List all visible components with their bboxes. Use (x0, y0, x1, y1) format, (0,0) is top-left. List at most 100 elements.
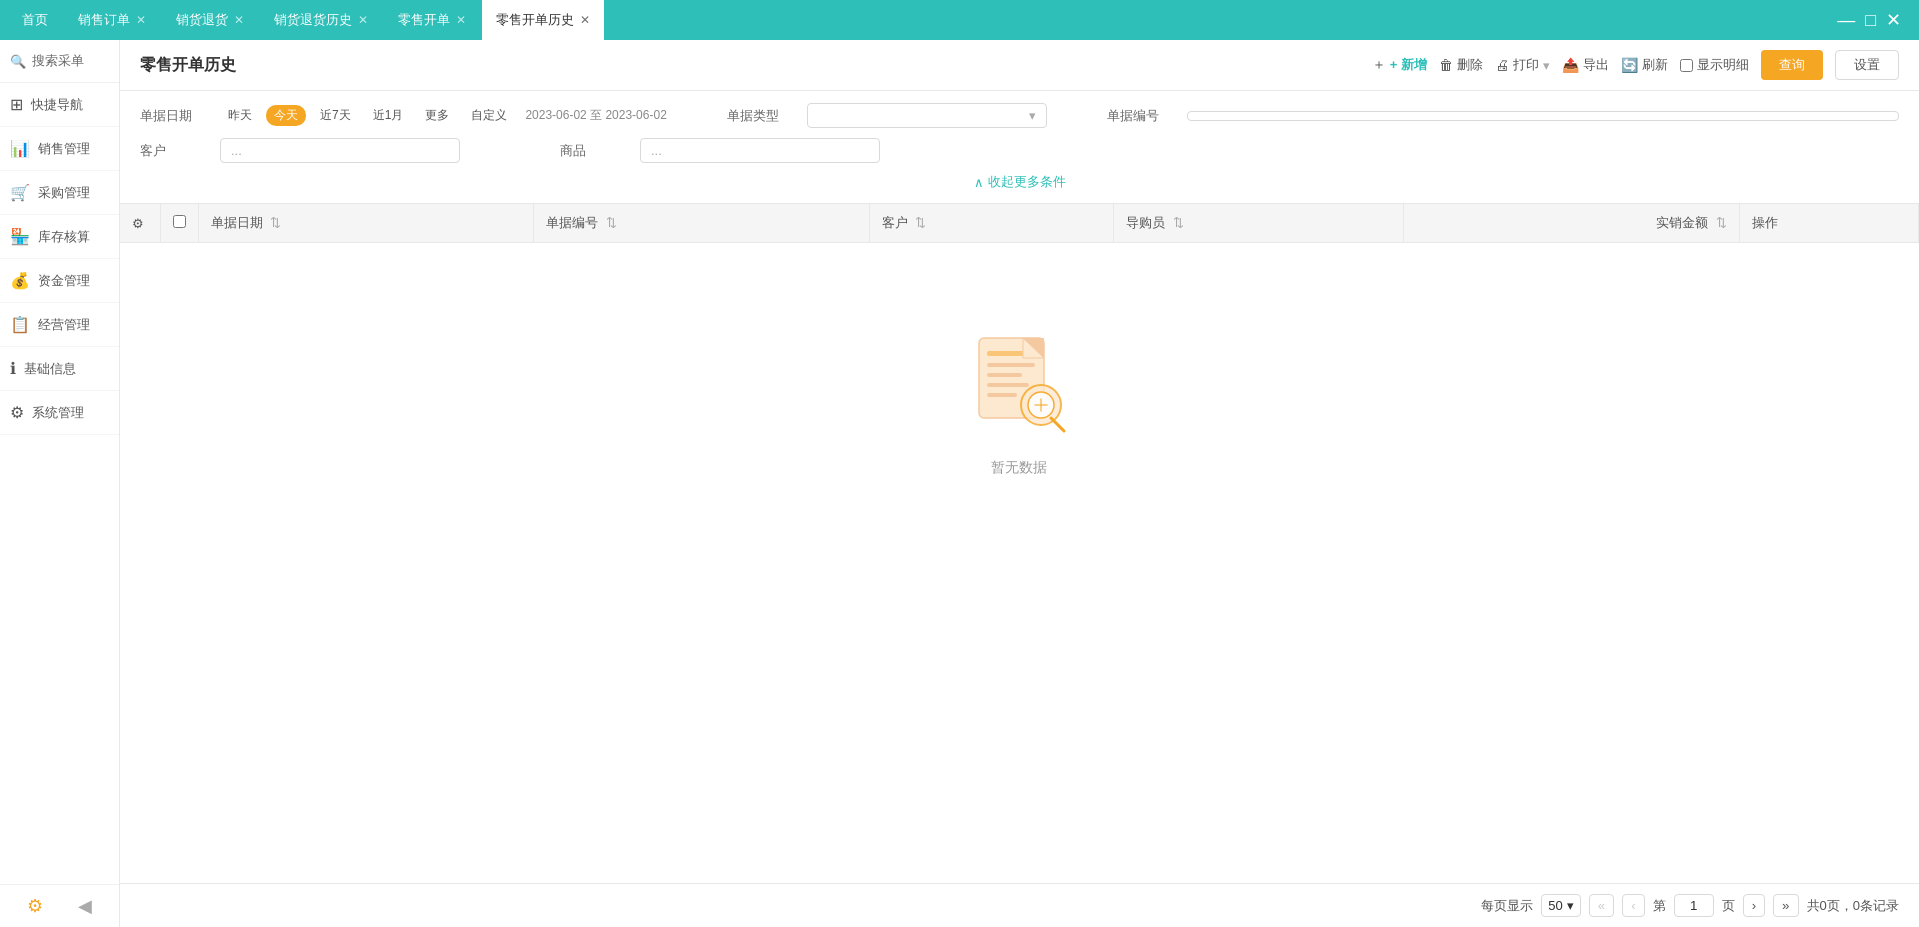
purchase-icon: 🛒 (10, 183, 30, 202)
th-amount[interactable]: 实销金额 ⇅ (1404, 204, 1740, 243)
sidebar-item-system[interactable]: ⚙ 系统管理 (0, 391, 119, 435)
th-order-num[interactable]: 单据编号 ⇅ (534, 204, 870, 243)
order-type-select[interactable]: ▾ (807, 103, 1047, 128)
print-button[interactable]: 🖨 打印 ▾ (1495, 56, 1550, 74)
customer-label: 客户 (140, 142, 200, 160)
close-tab-sales-order[interactable]: ✕ (136, 14, 146, 26)
svg-rect-1 (987, 351, 1027, 356)
collapse-sidebar-icon[interactable]: ◀ (78, 895, 92, 917)
total-info: 共0页，0条记录 (1807, 897, 1899, 915)
order-type-label: 单据类型 (727, 107, 787, 125)
sidebar-item-quicknav[interactable]: ⊞ 快捷导航 (0, 83, 119, 127)
goods-value: ... (651, 143, 662, 158)
pagination: 每页显示 50 ▾ « ‹ 第 页 › » 共0页，0条记录 (120, 883, 1919, 927)
finance-icon: 💰 (10, 271, 30, 290)
th-customer[interactable]: 客户 ⇅ (869, 204, 1113, 243)
display-detail-toggle[interactable]: 显示明细 (1680, 56, 1749, 74)
next-page-button[interactable]: › (1743, 894, 1765, 917)
page-title: 零售开单历史 (140, 55, 236, 76)
maximize-button[interactable]: □ (1865, 10, 1876, 31)
close-button[interactable]: ✕ (1886, 9, 1901, 31)
tab-sales-return-history[interactable]: 销货退货历史 ✕ (260, 0, 382, 40)
sidebar-item-finance[interactable]: 💰 资金管理 (0, 259, 119, 303)
minimize-button[interactable]: — (1837, 10, 1855, 31)
th-action: 操作 (1739, 204, 1918, 243)
collapse-icon: ∧ (974, 175, 984, 190)
operations-icon: 📋 (10, 315, 30, 334)
date-range-display: 2023-06-02 至 2023-06-02 (525, 107, 666, 124)
search-icon: 🔍 (10, 54, 26, 69)
sidebar-item-sales[interactable]: 📊 销售管理 (0, 127, 119, 171)
toolbar: ＋ + 新增 🗑 删除 🖨 打印 ▾ 📤 导出 🔄 (1372, 50, 1899, 80)
date-shortcut-today[interactable]: 今天 (266, 105, 306, 126)
table-container: ⚙ 单据日期 ⇅ 单据编号 ⇅ (120, 204, 1919, 883)
settings-col-icon[interactable]: ⚙ (132, 216, 144, 231)
print-dropdown-icon: ▾ (1543, 58, 1550, 73)
settings-icon-bottom[interactable]: ⚙ (27, 895, 43, 917)
add-button[interactable]: ＋ + 新增 (1372, 56, 1427, 74)
close-tab-sales-return[interactable]: ✕ (234, 14, 244, 26)
last-page-button[interactable]: » (1773, 894, 1798, 917)
sort-date-icon: ⇅ (270, 215, 281, 230)
tab-retail-order[interactable]: 零售开单 ✕ (384, 0, 480, 40)
close-tab-retail-order[interactable]: ✕ (456, 14, 466, 26)
date-shortcut-1month[interactable]: 近1月 (365, 105, 412, 126)
date-shortcut-yesterday[interactable]: 昨天 (220, 105, 260, 126)
svg-rect-3 (987, 373, 1022, 377)
sidebar-item-purchase[interactable]: 🛒 采购管理 (0, 171, 119, 215)
date-label: 单据日期 (140, 107, 200, 125)
date-shortcut-7days[interactable]: 近7天 (312, 105, 359, 126)
th-date[interactable]: 单据日期 ⇅ (198, 204, 534, 243)
tab-bar: 首页 销售订单 ✕ 销货退货 ✕ 销货退货历史 ✕ 零售开单 ✕ 零售开单历史 … (0, 0, 1919, 40)
select-all-checkbox[interactable] (173, 215, 186, 228)
query-button[interactable]: 查询 (1761, 50, 1823, 80)
per-page-select[interactable]: 50 ▾ (1541, 894, 1580, 917)
order-num-label: 单据编号 (1107, 107, 1167, 125)
export-button[interactable]: 📤 导出 (1562, 56, 1609, 74)
page-input[interactable] (1674, 894, 1714, 917)
tab-retail-order-history[interactable]: 零售开单历史 ✕ (482, 0, 604, 40)
svg-line-10 (1051, 418, 1064, 431)
order-type-dropdown-icon: ▾ (1029, 108, 1036, 123)
sidebar: 🔍 搜索采单 ⊞ 快捷导航 📊 销售管理 🛒 采购管理 🏪 库存核算 💰 资金管… (0, 40, 120, 927)
prev-page-button[interactable]: ‹ (1622, 894, 1644, 917)
content-area: 零售开单历史 ＋ + 新增 🗑 删除 🖨 打印 ▾ 📤 导出 (120, 40, 1919, 927)
th-guide[interactable]: 导购员 ⇅ (1114, 204, 1404, 243)
add-icon: ＋ (1372, 56, 1386, 74)
sidebar-item-inventory[interactable]: 🏪 库存核算 (0, 215, 119, 259)
date-shortcut-custom[interactable]: 自定义 (463, 105, 515, 126)
close-tab-retail-order-history[interactable]: ✕ (580, 14, 590, 26)
tab-home[interactable]: 首页 (8, 0, 62, 40)
sort-guide-icon: ⇅ (1173, 215, 1184, 230)
svg-rect-5 (987, 393, 1017, 397)
sales-icon: 📊 (10, 139, 30, 158)
svg-rect-4 (987, 383, 1029, 387)
per-page-dropdown-icon: ▾ (1567, 898, 1574, 913)
date-shortcut-more[interactable]: 更多 (417, 105, 457, 126)
th-settings[interactable]: ⚙ (120, 204, 160, 243)
goods-label: 商品 (560, 142, 620, 160)
th-checkbox[interactable] (160, 204, 198, 243)
per-page-label: 每页显示 (1481, 897, 1533, 915)
goods-input[interactable]: ... (640, 138, 880, 163)
tab-sales-return[interactable]: 销货退货 ✕ (162, 0, 258, 40)
sidebar-item-baseinfo[interactable]: ℹ 基础信息 (0, 347, 119, 391)
date-shortcuts: 昨天 今天 近7天 近1月 更多 自定义 2023-06-02 至 2023-0… (220, 105, 667, 126)
filter-row-1: 单据日期 昨天 今天 近7天 近1月 更多 自定义 2023-06-02 至 2… (140, 103, 1899, 128)
close-tab-sales-return-history[interactable]: ✕ (358, 14, 368, 26)
refresh-button[interactable]: 🔄 刷新 (1621, 56, 1668, 74)
sidebar-search[interactable]: 🔍 搜索采单 (0, 40, 119, 83)
window-controls: — □ ✕ (1837, 9, 1911, 31)
delete-button[interactable]: 🗑 删除 (1439, 56, 1483, 74)
quicknav-icon: ⊞ (10, 95, 23, 114)
baseinfo-icon: ℹ (10, 359, 16, 378)
order-num-input[interactable] (1187, 111, 1899, 121)
sidebar-item-operations[interactable]: 📋 经营管理 (0, 303, 119, 347)
display-detail-checkbox[interactable] (1680, 59, 1693, 72)
customer-input[interactable]: ... (220, 138, 460, 163)
collapse-bar[interactable]: ∧ 收起更多条件 (140, 173, 1899, 191)
setting-button[interactable]: 设置 (1835, 50, 1899, 80)
sort-ordernum-icon: ⇅ (606, 215, 617, 230)
first-page-button[interactable]: « (1589, 894, 1614, 917)
tab-sales-order[interactable]: 销售订单 ✕ (64, 0, 160, 40)
